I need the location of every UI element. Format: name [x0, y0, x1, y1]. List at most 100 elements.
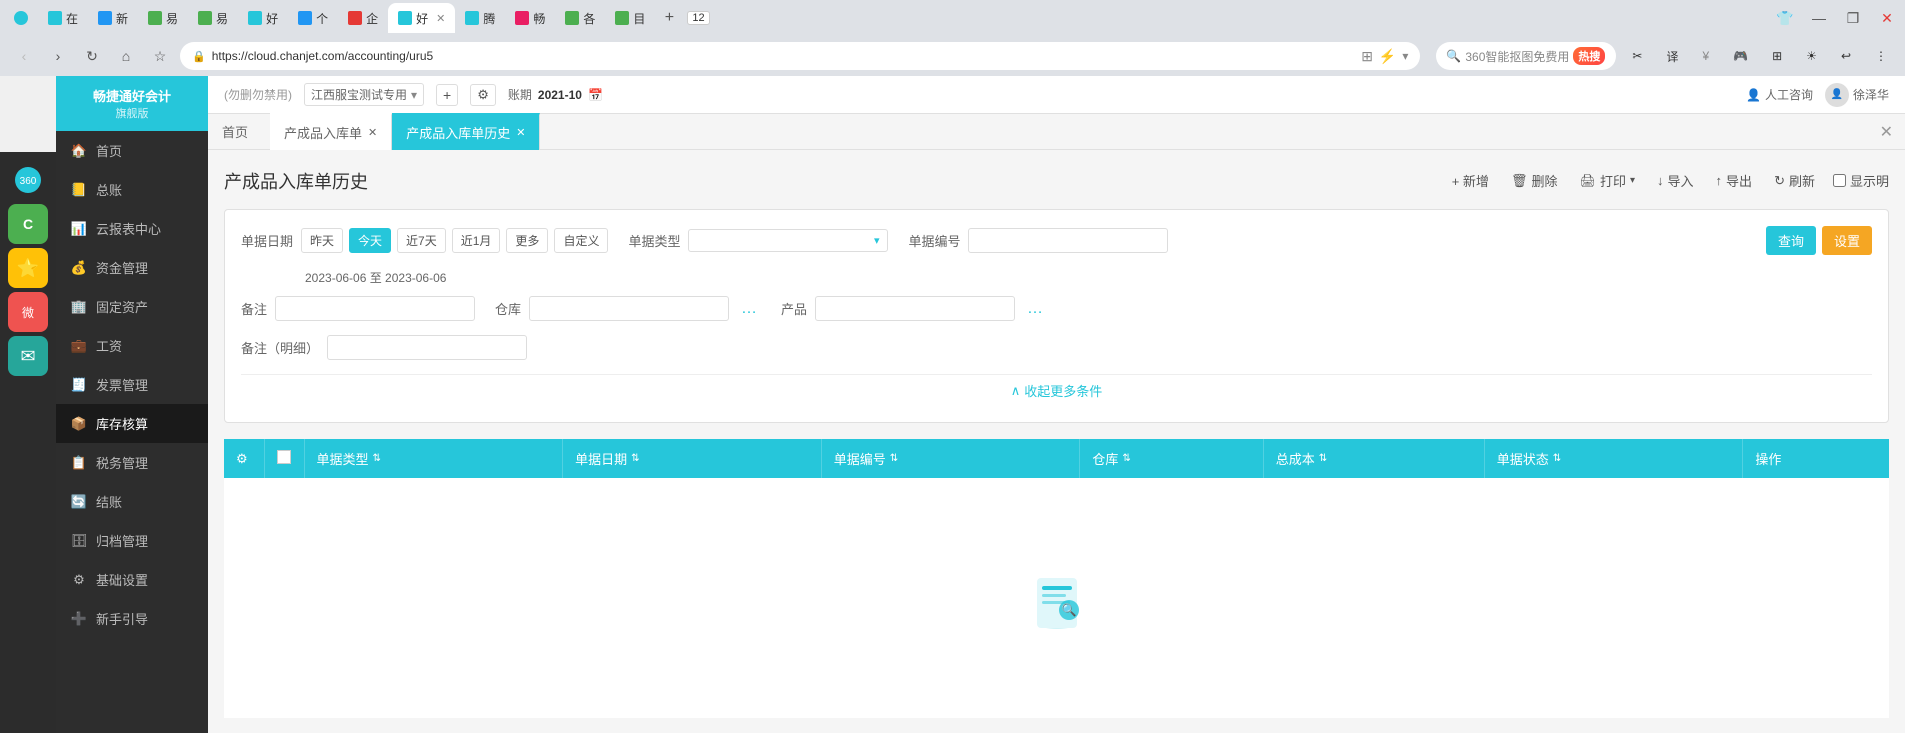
sort-warehouse-icon[interactable]: ⇅: [1122, 453, 1130, 464]
import-button[interactable]: ↓ 导入: [1647, 166, 1704, 195]
game-btn[interactable]: 🎮: [1725, 42, 1756, 70]
th-voucher-status[interactable]: 单据状态 ⇅: [1484, 439, 1743, 478]
tab-close-active[interactable]: ✕: [436, 12, 445, 25]
product-more-icon[interactable]: …: [1023, 300, 1047, 318]
voucher-type-select[interactable]: ▾: [688, 229, 888, 252]
settings-button[interactable]: 设置: [1822, 226, 1872, 255]
tab-close-voucher-list[interactable]: ✕: [368, 126, 377, 139]
calendar-icon[interactable]: 📅: [588, 88, 603, 102]
new-button[interactable]: + 新增: [1442, 166, 1499, 195]
org-settings-button[interactable]: ⚙: [470, 84, 496, 106]
back-button[interactable]: ‹: [10, 42, 38, 70]
breadcrumb-home[interactable]: 首页: [208, 114, 262, 149]
grid-btn[interactable]: ⊞: [1764, 42, 1790, 70]
tab-xin[interactable]: 新: [88, 3, 138, 33]
minimize-button[interactable]: —: [1805, 4, 1833, 32]
delete-button[interactable]: 🗑 删除: [1501, 166, 1568, 195]
tab-360[interactable]: [4, 3, 38, 33]
app-icon-weibo[interactable]: 微: [8, 292, 48, 332]
print-button[interactable]: 🖨 打印 ▾: [1569, 166, 1645, 195]
app-icon-mail[interactable]: ✉: [8, 336, 48, 376]
bookmark-button[interactable]: ☆: [146, 42, 174, 70]
more-btn[interactable]: ⋮: [1867, 42, 1895, 70]
new-tab-button[interactable]: +: [655, 4, 683, 32]
nav-item-home[interactable]: 🏠 首页: [56, 131, 208, 170]
translate-btn[interactable]: 译: [1658, 42, 1686, 70]
nav-item-invoice[interactable]: 🧾 发票管理: [56, 365, 208, 404]
lightning-icon[interactable]: ⚡: [1379, 48, 1396, 65]
table-checkbox-th[interactable]: [264, 439, 304, 478]
nav-item-funds[interactable]: 💰 资金管理: [56, 248, 208, 287]
th-total-cost[interactable]: 总成本 ⇅: [1263, 439, 1484, 478]
note-detail-input[interactable]: [327, 335, 527, 360]
date-btn-today[interactable]: 今天: [349, 228, 391, 253]
table-gear-th[interactable]: ⚙: [224, 439, 264, 478]
add-org-button[interactable]: +: [436, 84, 458, 106]
nav-item-salary[interactable]: 💼 工资: [56, 326, 208, 365]
date-btn-more[interactable]: 更多: [506, 228, 548, 253]
dropdown-arrow-icon[interactable]: ▾: [1402, 49, 1408, 63]
tab-qi[interactable]: 企: [338, 3, 388, 33]
nav-item-ledger[interactable]: 📒 总账: [56, 170, 208, 209]
th-voucher-date[interactable]: 单据日期 ⇅: [563, 439, 822, 478]
app-icon-star[interactable]: ⭐: [8, 248, 48, 288]
collapse-button[interactable]: ∧ 收起更多条件: [241, 374, 1872, 406]
close-window-button[interactable]: ✕: [1873, 4, 1901, 32]
address-bar-input[interactable]: 🔒 https://cloud.chanjet.com/accounting/u…: [180, 42, 1420, 70]
tab-counter[interactable]: 12: [687, 11, 709, 25]
user-info[interactable]: 👤 徐泽华: [1825, 83, 1889, 107]
org-selector[interactable]: 江西服宝测试专用 ▾: [304, 83, 424, 106]
search-box[interactable]: 🔍 360智能抠图免费用 热搜: [1436, 42, 1616, 70]
th-voucher-type[interactable]: 单据类型 ⇅: [304, 439, 563, 478]
warehouse-input[interactable]: [529, 296, 729, 321]
nav-item-archive[interactable]: 🗄 归档管理: [56, 521, 208, 560]
shirt-icon[interactable]: 👕: [1771, 4, 1799, 32]
export-button[interactable]: ↑ 导出: [1706, 166, 1763, 195]
select-all-checkbox[interactable]: [277, 450, 291, 464]
tab-close-voucher-history[interactable]: ✕: [516, 126, 525, 139]
sort-total-cost-icon[interactable]: ⇅: [1319, 453, 1327, 464]
warehouse-more-icon[interactable]: …: [737, 300, 761, 318]
sort-voucher-type-icon[interactable]: ⇅: [373, 453, 381, 464]
user-support[interactable]: 👤 人工咨询: [1746, 86, 1813, 103]
home-button[interactable]: ⌂: [112, 42, 140, 70]
th-warehouse[interactable]: 仓库 ⇅: [1080, 439, 1263, 478]
sort-voucher-number-icon[interactable]: ⇅: [890, 453, 898, 464]
forward-button[interactable]: ›: [44, 42, 72, 70]
tab-yi1[interactable]: 易: [138, 3, 188, 33]
tab-hao1[interactable]: 好: [238, 3, 288, 33]
tab-hao2-active[interactable]: 好 ✕: [388, 3, 455, 33]
nav-item-assets[interactable]: 🏢 固定资产: [56, 287, 208, 326]
sort-voucher-status-icon[interactable]: ⇅: [1553, 453, 1561, 464]
nav-item-tax[interactable]: 📋 税务管理: [56, 443, 208, 482]
app-icon-360[interactable]: 360: [8, 160, 48, 200]
undo-btn[interactable]: ↩: [1833, 42, 1859, 70]
tab-ge2[interactable]: 各: [555, 3, 605, 33]
tab-mu[interactable]: 目: [605, 3, 655, 33]
nav-item-checkout[interactable]: 🔄 结账: [56, 482, 208, 521]
refresh-btn[interactable]: ↻ 刷新: [1764, 166, 1825, 195]
nav-item-guide[interactable]: ➕ 新手引导: [56, 599, 208, 638]
tab-ge[interactable]: 个: [288, 3, 338, 33]
date-btn-yesterday[interactable]: 昨天: [301, 228, 343, 253]
tab-zai[interactable]: 在: [38, 3, 88, 33]
tab-yi2[interactable]: 易: [188, 3, 238, 33]
app-icon-chanjet[interactable]: C: [8, 204, 48, 244]
show-detail-checkbox[interactable]: [1833, 174, 1846, 187]
voucher-number-input[interactable]: [968, 228, 1168, 253]
scissors-btn[interactable]: ✂: [1624, 42, 1650, 70]
date-btn-7days[interactable]: 近7天: [397, 228, 446, 253]
tab-chang[interactable]: 畅: [505, 3, 555, 33]
show-detail-checkbox-label[interactable]: 显示明: [1833, 171, 1889, 190]
refresh-button[interactable]: ↻: [78, 42, 106, 70]
sort-voucher-date-icon[interactable]: ⇅: [631, 453, 639, 464]
nav-item-inventory[interactable]: 📦 库存核算: [56, 404, 208, 443]
nav-item-reports[interactable]: 📊 云报表中心: [56, 209, 208, 248]
query-button[interactable]: 查询: [1766, 226, 1816, 255]
date-btn-custom[interactable]: 自定义: [554, 228, 608, 253]
browser-apps-icon[interactable]: ⊞: [1361, 48, 1373, 65]
th-voucher-number[interactable]: 单据编号 ⇅: [821, 439, 1080, 478]
theme-btn[interactable]: ☀: [1798, 42, 1825, 70]
tab-teng[interactable]: 腾: [455, 3, 505, 33]
panel-close-button[interactable]: ✕: [1868, 122, 1905, 142]
